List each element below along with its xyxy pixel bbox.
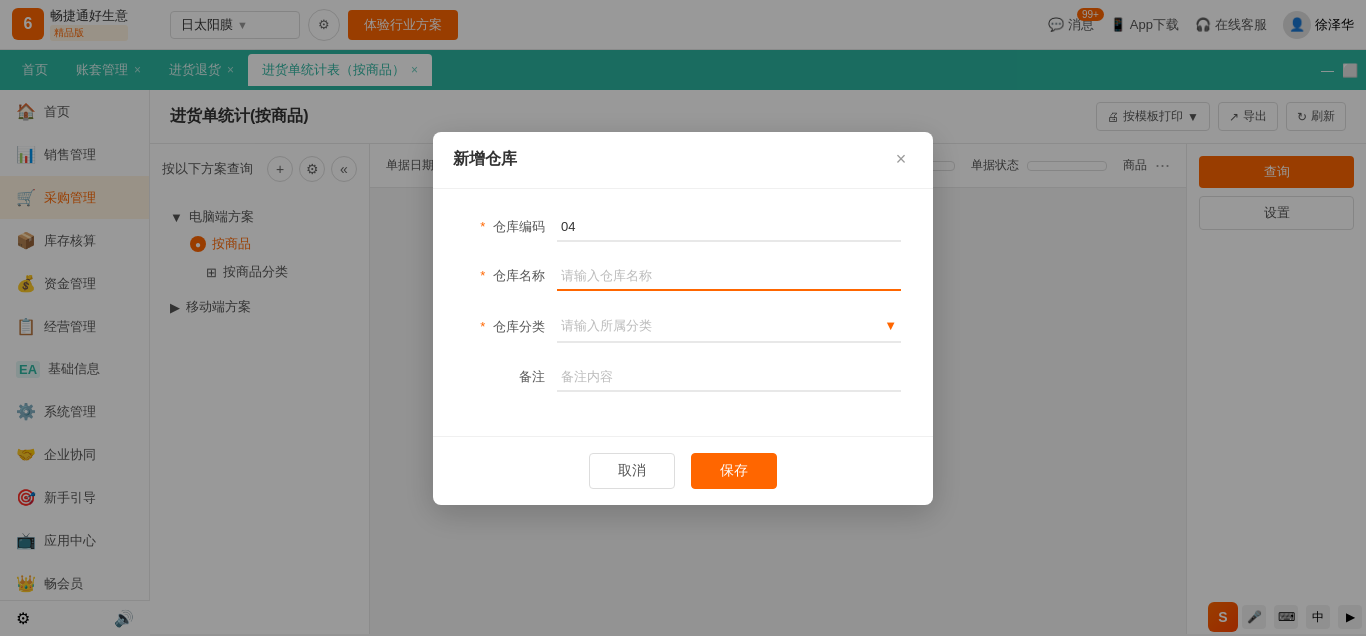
cancel-button[interactable]: 取消 [589,453,675,489]
code-input[interactable] [557,213,901,242]
category-dropdown-arrow: ▼ [884,318,897,333]
dialog-body: * 仓库编码 * 仓库名称 * 仓库分类 请输入所属 [433,189,933,436]
form-row-code: * 仓库编码 [465,213,901,242]
required-mark-code: * [480,219,485,234]
add-warehouse-dialog: 新增仓库 × * 仓库编码 * 仓库名称 [433,132,933,505]
form-row-name: * 仓库名称 [465,262,901,291]
dialog-header: 新增仓库 × [433,132,933,189]
required-mark-category: * [480,319,485,334]
form-row-category: * 仓库分类 请输入所属分类 ▼ [465,311,901,343]
remark-label: 备注 [465,368,545,386]
name-input[interactable] [557,262,901,291]
category-select[interactable]: 请输入所属分类 ▼ [557,311,901,343]
category-placeholder: 请输入所属分类 [561,317,652,335]
save-button[interactable]: 保存 [691,453,777,489]
name-label: * 仓库名称 [465,267,545,285]
dialog-close-btn[interactable]: × [889,148,913,172]
required-mark-name: * [480,268,485,283]
remark-input[interactable] [557,363,901,392]
dialog-title: 新增仓库 [453,149,517,170]
modal-overlay[interactable]: 新增仓库 × * 仓库编码 * 仓库名称 [0,0,1366,636]
dialog-footer: 取消 保存 [433,436,933,505]
category-label: * 仓库分类 [465,318,545,336]
code-label: * 仓库编码 [465,218,545,236]
form-row-remark: 备注 [465,363,901,392]
